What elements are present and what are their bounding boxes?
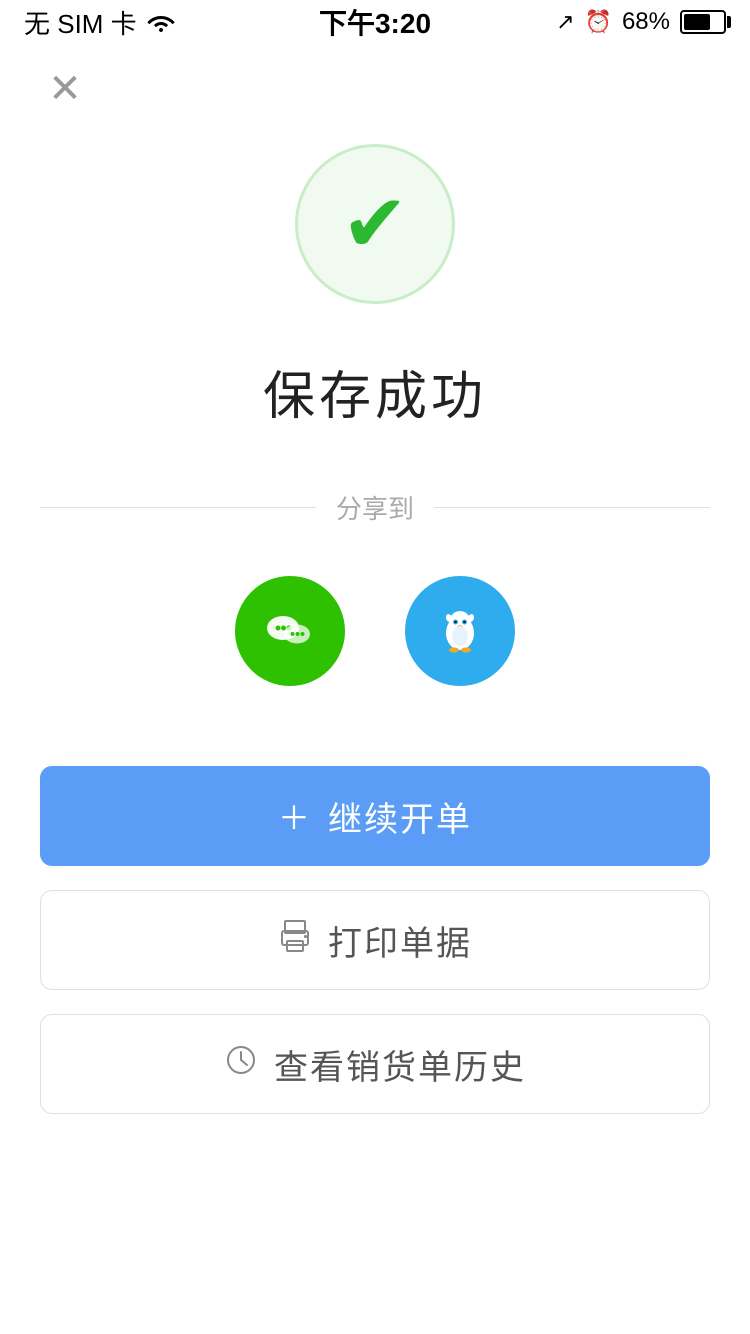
clock-icon [224,1043,258,1085]
status-left: 无 SIM 卡 [24,4,175,41]
close-icon: ✕ [48,69,82,109]
close-button[interactable]: ✕ [40,64,90,114]
wechat-icon [259,600,321,662]
status-right: ↗ ⏰ 68% [556,8,726,36]
success-icon-circle: ✔ [295,144,455,304]
checkmark-icon: ✔ [341,184,408,264]
success-title: 保存成功 [263,354,487,429]
print-label: 打印单据 [328,916,472,965]
share-divider: 分享到 [40,489,710,526]
history-label: 查看销货单历史 [274,1040,526,1089]
plus-icon: ＋ [278,793,312,839]
share-buttons-row [235,576,515,686]
battery-percent: 68% [622,8,670,36]
qq-share-button[interactable] [405,576,515,686]
share-label: 分享到 [336,489,414,526]
printer-icon [278,919,312,961]
alarm-icon: ⏰ [585,9,612,35]
qq-icon [430,601,490,661]
status-bar: 无 SIM 卡 下午3:20 ↗ ⏰ 68% [0,0,750,44]
action-buttons: ＋ 继续开单 打印单据 [40,766,710,1114]
divider-line-right [434,507,710,508]
print-button[interactable]: 打印单据 [40,890,710,990]
wechat-share-button[interactable] [235,576,345,686]
continue-label: 继续开单 [328,792,472,841]
status-time: 下午3:20 [319,2,431,42]
history-button[interactable]: 查看销货单历史 [40,1014,710,1114]
battery-bar [680,10,726,34]
continue-button[interactable]: ＋ 继续开单 [40,766,710,866]
main-content: ✕ ✔ 保存成功 分享到 [0,44,750,1334]
divider-line-left [40,507,316,508]
battery-fill [684,14,710,30]
carrier-text: 无 SIM 卡 [24,4,137,41]
wifi-icon [147,12,175,32]
location-icon: ↗ [556,9,574,35]
